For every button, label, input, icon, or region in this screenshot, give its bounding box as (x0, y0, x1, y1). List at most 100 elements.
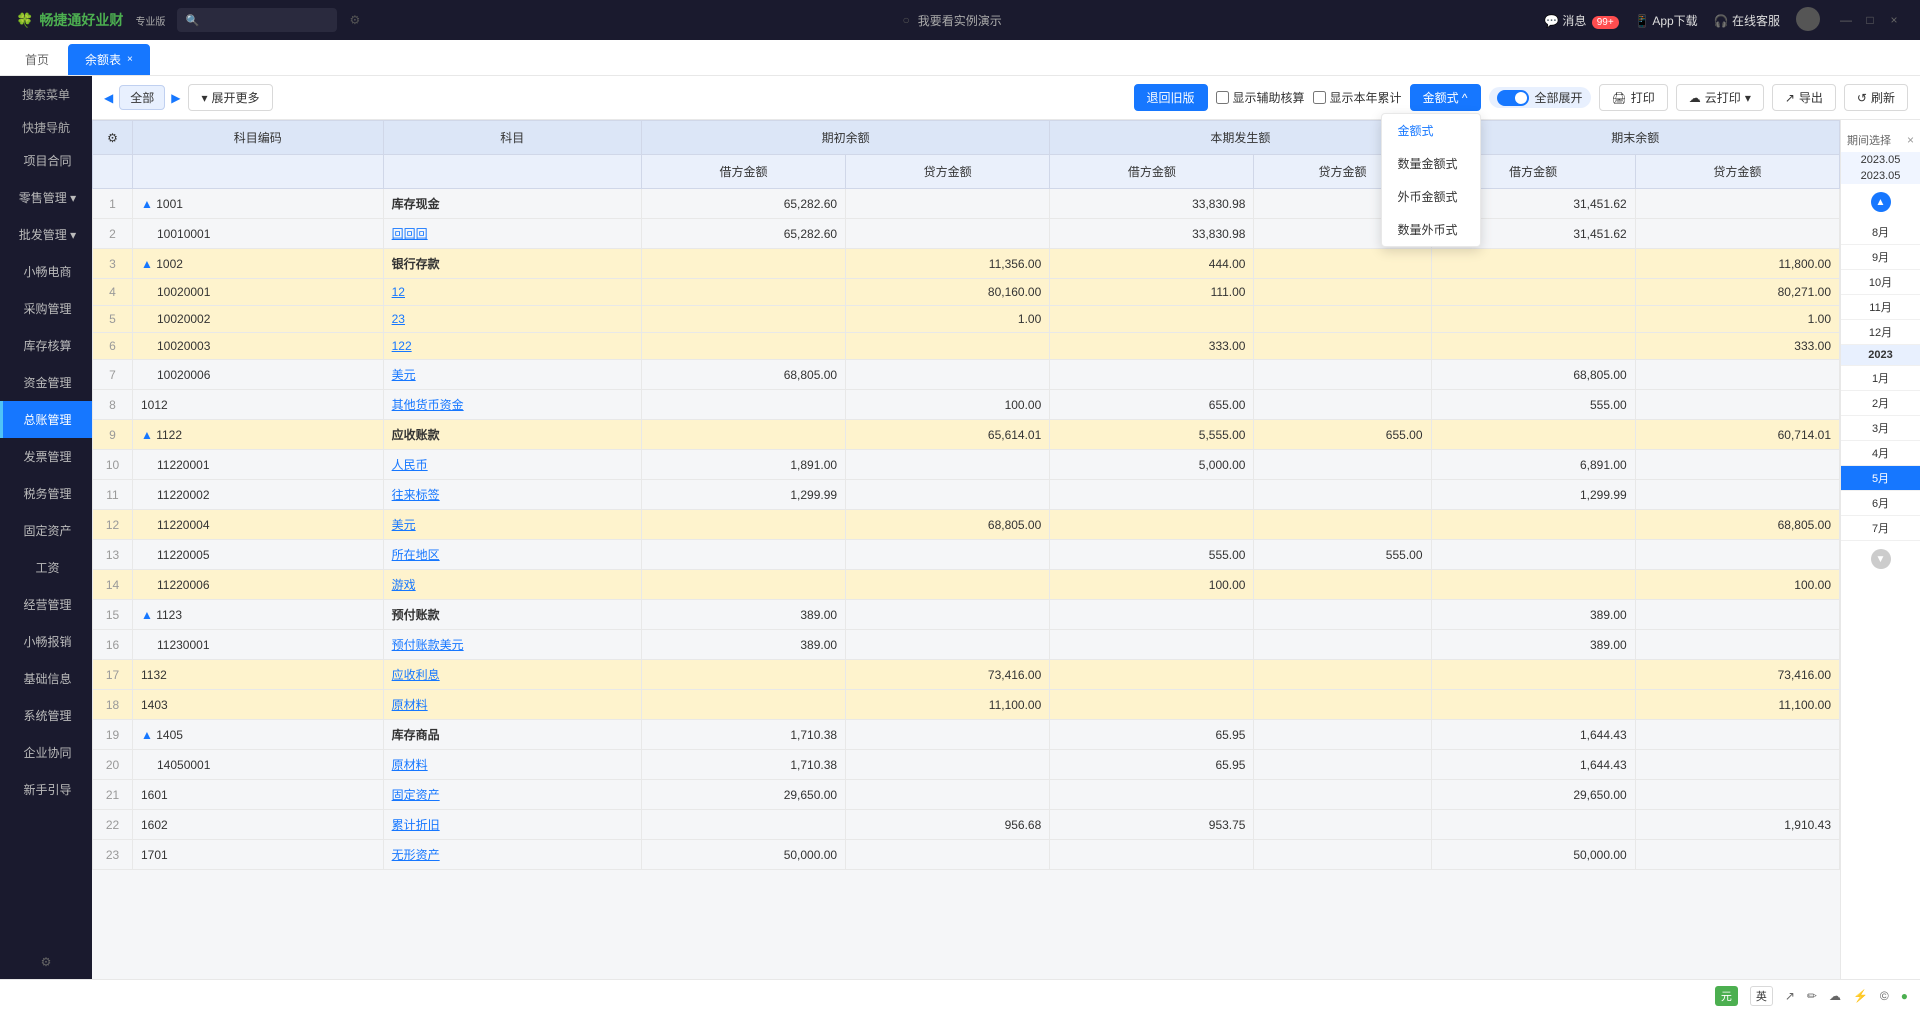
cloud-sync-icon[interactable]: ☁ (1829, 989, 1841, 1003)
cloud-print-btn[interactable]: ☁ 云打印 ▾ (1676, 84, 1764, 111)
row-credit_end (1635, 219, 1839, 249)
all-filter-tag[interactable]: 全部 (119, 85, 165, 110)
month-7[interactable]: 7月 (1841, 516, 1920, 541)
row-debit_open (641, 420, 845, 450)
tab-home[interactable]: 首页 (8, 44, 66, 75)
sidebar: 搜索菜单 快捷导航 项目合同 零售管理 ▾ 批发管理 ▾ 小畅电商 采购管理 库… (0, 76, 92, 979)
row-name[interactable]: 其他货币资金 (383, 390, 641, 420)
month-5[interactable]: 5月 (1841, 466, 1920, 491)
download-btn[interactable]: 📱 App下载 (1635, 12, 1698, 29)
scroll-down-btn[interactable]: ▼ (1871, 549, 1891, 569)
sidebar-item-inventory[interactable]: 库存核算 (0, 327, 92, 364)
row-name[interactable]: 固定资产 (383, 780, 641, 810)
row-name[interactable]: 预付账款美元 (383, 630, 641, 660)
right-panel-close-btn[interactable]: × (1907, 133, 1914, 147)
sidebar-item-basic[interactable]: 基础信息 (0, 660, 92, 697)
row-debit_curr: 444.00 (1050, 249, 1254, 279)
row-name[interactable]: 12 (383, 279, 641, 306)
month-9[interactable]: 9月 (1841, 245, 1920, 270)
nav-left-btn[interactable]: ◀ (104, 91, 113, 105)
sidebar-item-coop[interactable]: 企业协同 (0, 734, 92, 771)
month-8[interactable]: 8月 (1841, 220, 1920, 245)
row-credit_curr (1254, 600, 1431, 630)
sidebar-item-ecommerce[interactable]: 小畅电商 (0, 253, 92, 290)
month-2[interactable]: 2月 (1841, 391, 1920, 416)
lightning-icon[interactable]: ⚡ (1853, 989, 1868, 1003)
th-opening: 期初余额 (641, 121, 1049, 155)
month-11[interactable]: 11月 (1841, 295, 1920, 320)
month-6[interactable]: 6月 (1841, 491, 1920, 516)
expand-more-btn[interactable]: ▾ 展开更多 (188, 84, 272, 111)
row-name[interactable]: 无形资产 (383, 840, 641, 870)
sidebar-quick-nav[interactable]: 快捷导航 (0, 113, 92, 142)
edit-icon[interactable]: ✏ (1807, 989, 1817, 1003)
sidebar-item-tax[interactable]: 税务管理 (0, 475, 92, 512)
settings-icon[interactable]: ⚙ (349, 13, 360, 27)
tab-close-icon[interactable]: × (127, 54, 133, 65)
service-btn[interactable]: 🎧 在线客服 (1714, 12, 1780, 29)
row-debit_open: 389.00 (641, 630, 845, 660)
dropdown-item-qty-foreign[interactable]: 数量外币式 (1382, 213, 1480, 246)
refresh-btn[interactable]: ↺ 刷新 (1844, 84, 1908, 111)
show-ytd-checkbox[interactable]: 显示本年累计 (1313, 89, 1402, 106)
row-credit_end (1635, 630, 1839, 660)
sidebar-item-wholesale[interactable]: 批发管理 ▾ (0, 216, 92, 253)
dropdown-item-qty-amount[interactable]: 数量金额式 (1382, 147, 1480, 180)
sidebar-item-purchase[interactable]: 采购管理 (0, 290, 92, 327)
month-1[interactable]: 1月 (1841, 366, 1920, 391)
sidebar-item-system[interactable]: 系统管理 (0, 697, 92, 734)
tab-balance[interactable]: 余额表 × (68, 44, 150, 75)
sidebar-item-ledger[interactable]: 总账管理 (0, 401, 92, 438)
row-debit_curr (1050, 660, 1254, 690)
row-debit_curr: 655.00 (1050, 390, 1254, 420)
th-settings[interactable]: ⚙ (93, 121, 133, 155)
month-4[interactable]: 4月 (1841, 441, 1920, 466)
sidebar-settings-btn[interactable]: ⚙ (0, 945, 92, 979)
show-helper-checkbox[interactable]: 显示辅助核算 (1216, 89, 1305, 106)
month-3[interactable]: 3月 (1841, 416, 1920, 441)
sidebar-item-assets[interactable]: 固定资产 (0, 512, 92, 549)
sidebar-item-project[interactable]: 项目合同 (0, 142, 92, 179)
minimize-btn[interactable]: — (1836, 10, 1856, 30)
month-10[interactable]: 10月 (1841, 270, 1920, 295)
row-name[interactable]: 原材料 (383, 690, 641, 720)
row-code: ▲ 1123 (133, 600, 384, 630)
sidebar-item-guide[interactable]: 新手引导 (0, 771, 92, 808)
scroll-up-btn[interactable]: ▲ (1871, 192, 1891, 212)
amount-type-btn[interactable]: 金额式 ^ (1410, 84, 1481, 111)
print-btn[interactable]: 🖨 打印 (1599, 84, 1668, 111)
lang-btn[interactable]: 元 (1715, 986, 1738, 1006)
sidebar-item-sales[interactable]: 小畅报销 (0, 623, 92, 660)
close-window-btn[interactable]: × (1884, 10, 1904, 30)
row-name[interactable]: 应收利息 (383, 660, 641, 690)
user-avatar[interactable] (1796, 7, 1820, 34)
toggle-switch[interactable] (1497, 90, 1529, 106)
expand-all-toggle[interactable]: 全部展开 (1489, 87, 1591, 108)
dropdown-item-amount[interactable]: 金额式 (1382, 114, 1480, 147)
sidebar-item-retail[interactable]: 零售管理 ▾ (0, 179, 92, 216)
input-method-btn[interactable]: 英 (1750, 986, 1773, 1006)
nav-right-btn[interactable]: ▶ (171, 91, 180, 105)
sidebar-item-invoice[interactable]: 发票管理 (0, 438, 92, 475)
sidebar-item-ops[interactable]: 经营管理 (0, 586, 92, 623)
row-name[interactable]: 122 (383, 333, 641, 360)
export-btn[interactable]: ↗ 导出 (1772, 84, 1836, 111)
restore-btn[interactable]: □ (1860, 10, 1880, 30)
row-name[interactable]: 累计折旧 (383, 810, 641, 840)
row-number: 7 (93, 360, 133, 390)
row-debit_open: 68,805.00 (641, 360, 845, 390)
month-12[interactable]: 12月 (1841, 320, 1920, 345)
row-name[interactable]: 23 (383, 306, 641, 333)
demo-link[interactable]: 我要看实例演示 (918, 12, 1002, 29)
dropdown-item-foreign-amount[interactable]: 外币金额式 (1382, 180, 1480, 213)
year-2023-label: 2023 (1841, 345, 1920, 366)
search-bar[interactable]: 🔍 (177, 8, 337, 32)
sidebar-search[interactable]: 搜索菜单 (0, 76, 92, 113)
row-number: 8 (93, 390, 133, 420)
row-debit_end: 555.00 (1431, 390, 1635, 420)
upload-icon[interactable]: ↗ (1785, 989, 1795, 1003)
message-btn[interactable]: 💬 消息 99+ (1544, 12, 1619, 29)
sidebar-item-finance[interactable]: 资金管理 (0, 364, 92, 401)
sidebar-item-salary[interactable]: 工资 (0, 549, 92, 586)
back-old-btn[interactable]: 退回旧版 (1134, 84, 1208, 111)
